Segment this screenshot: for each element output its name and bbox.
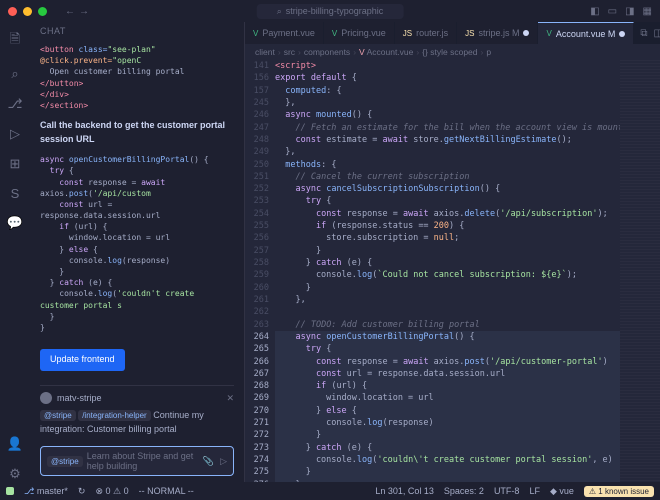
mention-tag[interactable]: @stripe [40, 410, 76, 421]
activity-bar: 🗎 ⌕ ⎇ ▷ ⊞ S 💬 👤 ⚙ [0, 22, 30, 482]
layout-secondary-icon[interactable]: ◨ [625, 6, 634, 17]
chat-icon[interactable]: 💬 [7, 215, 23, 231]
editor-area: VPayment.vueVPricing.vueJSrouter.jsJSstr… [245, 22, 660, 482]
minimap[interactable] [620, 60, 660, 482]
line-number-gutter: 1411561572452462472482492502512522532542… [245, 60, 275, 482]
chat-panel: CHAT <button class="see-plan" @click.pre… [30, 22, 245, 482]
code-suggestion-block: async openCustomerBillingPortal() { try … [40, 154, 234, 333]
layout-customize-icon[interactable]: ▦ [643, 6, 652, 17]
nav-back-icon[interactable]: ← [65, 6, 75, 17]
code-content[interactable]: <script>export default { computed: { }, … [275, 60, 620, 482]
window-controls [8, 7, 47, 16]
git-branch[interactable]: ⎇ master* [24, 486, 68, 497]
chat-header: CHAT [30, 22, 244, 40]
tab-account-vue[interactable]: VAccount.vue M [538, 22, 634, 44]
cursor-position[interactable]: Ln 301, Col 13 [375, 486, 434, 496]
file-type-icon: V [253, 29, 258, 38]
status-bar: ⎇ master* ↻ ⊗ 0 ⚠ 0 -- NORMAL -- Ln 301,… [0, 482, 660, 500]
indent-setting[interactable]: Spaces: 2 [444, 486, 484, 496]
attach-icon[interactable]: 📎 [203, 456, 214, 467]
send-icon[interactable]: ▷ [220, 456, 227, 467]
chat-input-placeholder: Learn about Stripe and get help building [87, 451, 199, 471]
tab-stripe-js[interactable]: JSstripe.js M [457, 22, 538, 44]
extensions-icon[interactable]: ⊞ [10, 156, 21, 172]
dismiss-message-icon[interactable]: ✕ [226, 392, 234, 406]
account-icon[interactable]: 👤 [7, 436, 23, 452]
user-name: matv-stripe [57, 392, 102, 406]
modified-indicator [523, 30, 529, 36]
settings-gear-icon[interactable]: ⚙ [9, 466, 21, 482]
close-window-button[interactable] [8, 7, 17, 16]
file-type-icon: V [546, 29, 551, 38]
breadcrumb[interactable]: client › src › components › V Account.vu… [245, 44, 660, 60]
nav-forward-icon[interactable]: → [79, 6, 89, 17]
search-icon[interactable]: ⌕ [11, 66, 18, 82]
editor-tabs: VPayment.vueVPricing.vueJSrouter.jsJSstr… [245, 22, 660, 44]
file-type-icon: V [332, 29, 337, 38]
chat-body: <button class="see-plan" @click.prevent=… [30, 40, 244, 440]
run-debug-icon[interactable]: ▷ [10, 126, 20, 142]
chat-input[interactable]: @stripe Learn about Stripe and get help … [40, 446, 234, 476]
eol[interactable]: LF [529, 486, 540, 496]
explorer-icon[interactable]: 🗎 [10, 30, 20, 52]
source-control-icon[interactable]: ⎇ [8, 96, 23, 112]
user-avatar [40, 392, 52, 404]
remote-indicator[interactable] [6, 487, 14, 495]
titlebar-actions: ◧ ▭ ◨ ▦ [590, 6, 652, 17]
user-message: matv-stripe ✕ @stripe /integration-helpe… [40, 385, 234, 437]
input-mention-tag[interactable]: @stripe [47, 456, 83, 467]
minimize-window-button[interactable] [23, 7, 32, 16]
nav-arrows: ← → [65, 6, 89, 17]
suggestion-title: Call the backend to get the customer por… [40, 119, 234, 146]
sync-icon[interactable]: ↻ [78, 486, 86, 497]
stripe-icon[interactable]: S [11, 186, 20, 201]
tab-router-js[interactable]: JSrouter.js [395, 22, 457, 44]
layout-panel-icon[interactable]: ▭ [608, 6, 617, 17]
language-mode[interactable]: ◆ vue [550, 486, 574, 497]
modified-indicator [619, 31, 625, 37]
maximize-window-button[interactable] [38, 7, 47, 16]
layout-sidebar-icon[interactable]: ◧ [590, 6, 599, 17]
vim-mode: -- NORMAL -- [139, 486, 194, 496]
titlebar: ← → ⌕ stripe-billing-typographic ◧ ▭ ◨ ▦ [0, 0, 660, 22]
command-tag[interactable]: /integration-helper [78, 410, 150, 421]
code-suggestion-block: <button class="see-plan" @click.prevent=… [40, 44, 234, 111]
search-icon: ⌕ [277, 6, 282, 17]
file-type-icon: JS [465, 29, 474, 38]
problems[interactable]: ⊗ 0 ⚠ 0 [95, 486, 128, 497]
split-editor-icon[interactable]: ◫ [653, 28, 660, 39]
file-type-icon: JS [403, 29, 412, 38]
known-issue-badge[interactable]: ⚠ 1 known issue [584, 486, 654, 497]
tab-pricing-vue[interactable]: VPricing.vue [324, 22, 395, 44]
encoding[interactable]: UTF-8 [494, 486, 520, 496]
code-editor[interactable]: 1411561572452462472482492502512522532542… [245, 60, 660, 482]
command-center[interactable]: ⌕ stripe-billing-typographic [257, 4, 404, 19]
compare-icon[interactable]: ⧉ [640, 28, 647, 39]
project-name: stripe-billing-typographic [286, 6, 384, 16]
tab-payment-vue[interactable]: VPayment.vue [245, 22, 324, 44]
update-frontend-button[interactable]: Update frontend [40, 349, 125, 371]
